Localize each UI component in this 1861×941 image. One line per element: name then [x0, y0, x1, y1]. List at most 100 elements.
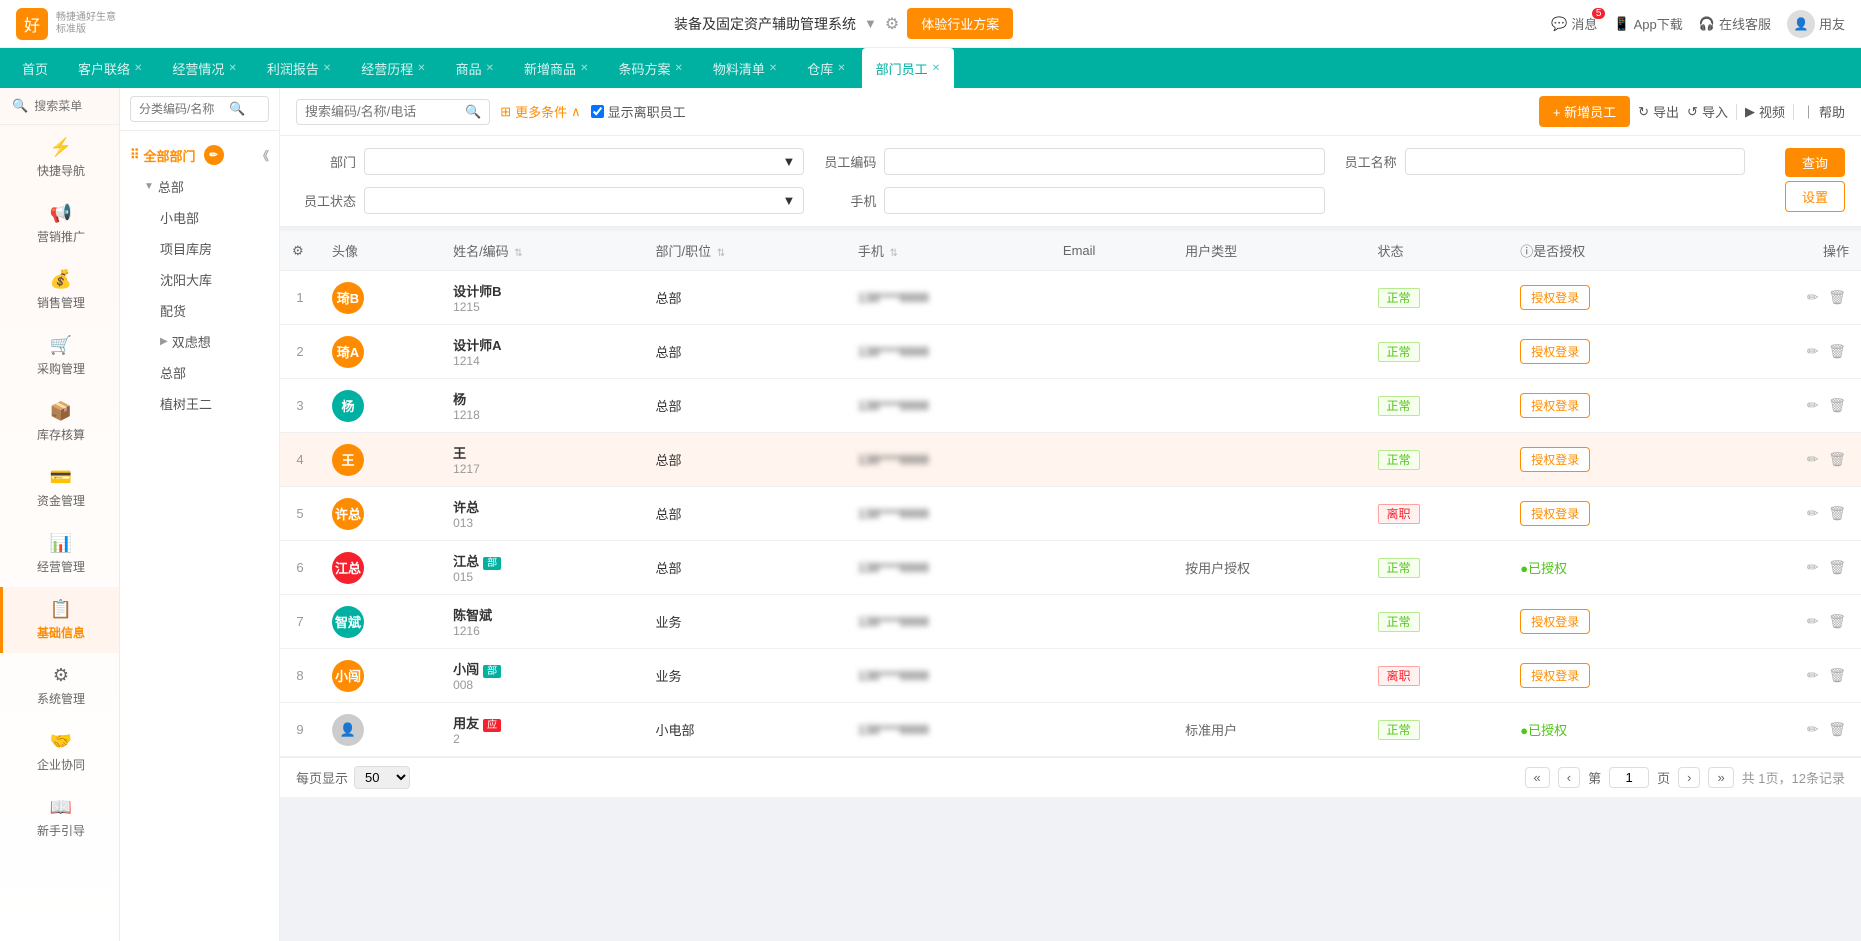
left-nav-item-0[interactable]: ⚡快捷导航 [0, 125, 119, 191]
left-nav-item-3[interactable]: 🛒采购管理 [0, 323, 119, 389]
left-nav-item-7[interactable]: 📋基础信息 [0, 587, 119, 653]
delete-button[interactable]: 🗑 [1828, 289, 1846, 305]
dept-search-input[interactable] [139, 102, 229, 116]
first-page-button[interactable]: « [1525, 767, 1550, 788]
col-name[interactable]: 姓名/编码 ⇅ [441, 231, 643, 271]
nav-tab-4[interactable]: 经营历程✕ [347, 48, 439, 88]
left-nav-item-8[interactable]: ⚙系统管理 [0, 653, 119, 719]
tab-close-8[interactable]: ✕ [769, 63, 777, 74]
tab-close-5[interactable]: ✕ [486, 63, 494, 74]
dept-item-zongbu[interactable]: 总部 [144, 357, 279, 388]
col-settings[interactable]: ⚙ [280, 231, 320, 271]
trial-button[interactable]: 体验行业方案 [907, 8, 1013, 39]
delete-button[interactable]: 🗑 [1828, 613, 1846, 629]
nav-tab-7[interactable]: 条码方案✕ [604, 48, 696, 88]
edit-button[interactable]: ✏ [1807, 667, 1819, 683]
settings-icon[interactable]: ⚙ [885, 14, 899, 34]
edit-button[interactable]: ✏ [1807, 451, 1819, 467]
edit-button[interactable]: ✏ [1807, 289, 1819, 305]
search-icon[interactable]: 🔍 [465, 104, 481, 120]
per-page-select[interactable]: 50 100 200 [354, 766, 410, 789]
left-nav-item-10[interactable]: 📖新手引导 [0, 785, 119, 851]
help-button[interactable]: ｜ 帮助 [1802, 102, 1845, 121]
delete-button[interactable]: 🗑 [1828, 397, 1846, 413]
dept-item-zongbu-parent[interactable]: ▼ 总部 [128, 171, 279, 202]
col-dept[interactable]: 部门/职位 ⇅ [643, 231, 845, 271]
left-nav-item-9[interactable]: 🤝企业协同 [0, 719, 119, 785]
last-page-button[interactable]: » [1708, 767, 1733, 788]
dept-edit-icon[interactable]: ✏ [204, 145, 224, 165]
employee-search-input[interactable] [305, 104, 465, 119]
all-dept-item[interactable]: ⠿ 全部部门 ✏ 《 [120, 139, 279, 171]
left-nav-item-4[interactable]: 📦库存核算 [0, 389, 119, 455]
app-download-button[interactable]: 📱 App下载 [1613, 14, 1682, 33]
export-button[interactable]: ↻ 导出 [1638, 102, 1679, 121]
search-menu-input[interactable] [34, 99, 107, 113]
dept-filter-select[interactable]: ▼ [364, 148, 804, 175]
col-phone[interactable]: 手机 ⇅ [846, 231, 1051, 271]
delete-button[interactable]: 🗑 [1828, 343, 1846, 359]
page-number-input[interactable] [1609, 767, 1649, 788]
left-nav-item-5[interactable]: 💳资金管理 [0, 455, 119, 521]
nav-tab-10[interactable]: 部门员工✕ [862, 48, 954, 88]
emp-name-input[interactable] [1405, 148, 1745, 175]
auth-button[interactable]: 授权登录 [1520, 501, 1590, 526]
nav-tab-1[interactable]: 客户联络✕ [64, 48, 156, 88]
reset-button[interactable]: 设置 [1785, 181, 1845, 212]
dept-search-icon[interactable]: 🔍 [229, 101, 245, 117]
dept-collapse-btn[interactable]: 《 [257, 147, 269, 164]
prev-page-button[interactable]: ‹ [1558, 767, 1580, 788]
import-button[interactable]: ↺ 导入 [1687, 102, 1728, 121]
add-employee-button[interactable]: + 新增员工 [1539, 96, 1630, 127]
auth-button[interactable]: 授权登录 [1520, 663, 1590, 688]
nav-tab-2[interactable]: 经营情况✕ [158, 48, 250, 88]
dept-item-xiangmu[interactable]: 项目库房 [144, 233, 279, 264]
auth-button[interactable]: 授权登录 [1520, 393, 1590, 418]
nav-tab-0[interactable]: 首页 [8, 48, 62, 88]
next-page-button[interactable]: › [1678, 767, 1700, 788]
tab-close-2[interactable]: ✕ [228, 63, 236, 74]
auth-button[interactable]: 授权登录 [1520, 609, 1590, 634]
auth-button[interactable]: 授权登录 [1520, 447, 1590, 472]
edit-button[interactable]: ✏ [1807, 721, 1819, 737]
delete-button[interactable]: 🗑 [1828, 667, 1846, 683]
video-button[interactable]: ▶ 视频 [1745, 102, 1785, 121]
nav-tab-6[interactable]: 新增商品✕ [510, 48, 602, 88]
dept-item-peihuo[interactable]: 配货 [144, 295, 279, 326]
left-nav-item-1[interactable]: 📢营销推广 [0, 191, 119, 257]
emp-code-input[interactable] [884, 148, 1324, 175]
delete-button[interactable]: 🗑 [1828, 451, 1846, 467]
edit-button[interactable]: ✏ [1807, 505, 1819, 521]
edit-button[interactable]: ✏ [1807, 613, 1819, 629]
emp-status-select[interactable]: ▼ [364, 187, 804, 214]
auth-button[interactable]: 授权登录 [1520, 285, 1590, 310]
nav-tab-3[interactable]: 利润报告✕ [253, 48, 345, 88]
edit-button[interactable]: ✏ [1807, 343, 1819, 359]
auth-button[interactable]: 授权登录 [1520, 339, 1590, 364]
delete-button[interactable]: 🗑 [1828, 559, 1846, 575]
nav-tab-9[interactable]: 仓库✕ [793, 48, 859, 88]
edit-button[interactable]: ✏ [1807, 397, 1819, 413]
tab-close-4[interactable]: ✕ [417, 63, 425, 74]
edit-button[interactable]: ✏ [1807, 559, 1819, 575]
user-area[interactable]: 👤 用友 [1787, 10, 1845, 38]
tab-close-7[interactable]: ✕ [674, 63, 682, 74]
show-resign-checkbox[interactable] [591, 105, 604, 118]
delete-button[interactable]: 🗑 [1828, 721, 1846, 737]
dept-item-zhishu[interactable]: 植树王二 [144, 388, 279, 419]
delete-button[interactable]: 🗑 [1828, 505, 1846, 521]
dept-item-shuanglv[interactable]: ▶ 双虑想 [144, 326, 279, 357]
dropdown-arrow-icon[interactable]: ▼ [864, 16, 877, 31]
nav-tab-8[interactable]: 物料清单✕ [699, 48, 791, 88]
tab-close-1[interactable]: ✕ [134, 63, 142, 74]
online-service-button[interactable]: 🎧 在线客服 [1699, 14, 1771, 33]
nav-tab-5[interactable]: 商品✕ [442, 48, 508, 88]
query-button[interactable]: 查询 [1785, 148, 1845, 177]
phone-input[interactable] [884, 187, 1324, 214]
more-filter-button[interactable]: ⊞ 更多条件 ∧ [500, 102, 580, 121]
show-resign-checkbox-wrap[interactable]: 显示离职员工 [591, 102, 686, 121]
tab-close-10[interactable]: ✕ [932, 63, 940, 74]
left-nav-item-6[interactable]: 📊经营管理 [0, 521, 119, 587]
tab-close-3[interactable]: ✕ [323, 63, 331, 74]
dept-item-shenyang[interactable]: 沈阳大库 [144, 264, 279, 295]
